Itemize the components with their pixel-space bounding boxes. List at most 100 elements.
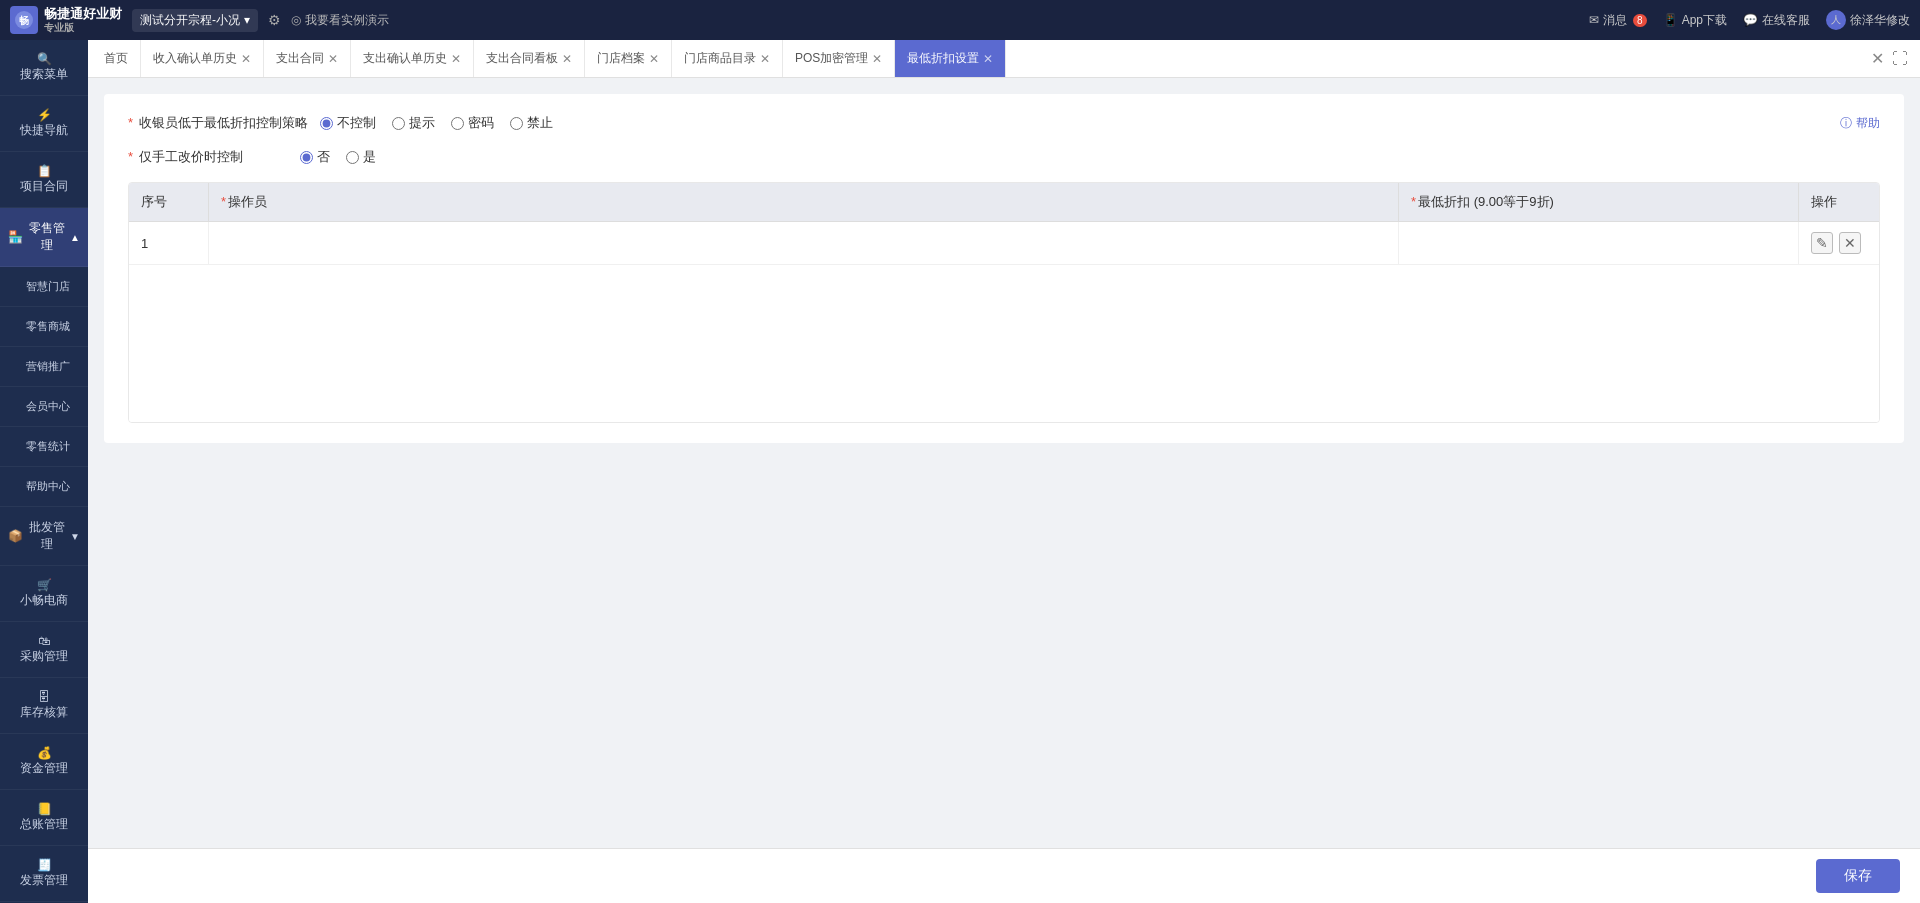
tab-close-all-icon[interactable]: ✕ — [1871, 49, 1884, 68]
sidebar: 🔍 搜索菜单 ⚡ 快捷导航 📋 项目合同 🏪 零售管理 ▲ 智慧门店 零售商城 … — [0, 40, 88, 903]
ledger-icon: 📒 — [8, 802, 80, 816]
tab-min-discount-close[interactable]: ✕ — [983, 52, 993, 66]
message-badge: 8 — [1633, 14, 1647, 27]
tab-store-file-close[interactable]: ✕ — [649, 52, 659, 66]
edit-row-btn[interactable]: ✎ — [1811, 232, 1833, 254]
sidebar-item-ecommerce[interactable]: 🛒 小畅电商 — [0, 566, 88, 622]
service-icon: 💬 — [1743, 13, 1758, 27]
tab-payment-history[interactable]: 支出确认单历史 ✕ — [351, 40, 474, 78]
shortcut-icon: ⚡ — [8, 108, 80, 122]
policy-required-star: * — [128, 115, 133, 130]
form-card: * 收银员低于最低折扣控制策略 不控制 提示 — [104, 94, 1904, 443]
manual-yes[interactable]: 是 — [346, 148, 376, 166]
tab-payment-history-close[interactable]: ✕ — [451, 52, 461, 66]
sidebar-item-retail-stats[interactable]: 零售统计 — [0, 427, 88, 467]
tab-pos-manage-close[interactable]: ✕ — [872, 52, 882, 66]
settings-icon[interactable]: ⚙ — [268, 12, 281, 28]
main-layout: 🔍 搜索菜单 ⚡ 快捷导航 📋 项目合同 🏪 零售管理 ▲ 智慧门店 零售商城 … — [0, 40, 1920, 903]
table-body: 1 ✎ ✕ — [129, 222, 1879, 422]
col-operator: *操作员 — [209, 183, 1399, 221]
sidebar-label-shortcut: 快捷导航 — [8, 122, 80, 139]
policy-password[interactable]: 密码 — [451, 114, 494, 132]
sidebar-item-purchase[interactable]: 🛍 采购管理 — [0, 622, 88, 678]
policy-no-control[interactable]: 不控制 — [320, 114, 376, 132]
tab-home[interactable]: 首页 — [92, 40, 141, 78]
tab-bar: 首页 收入确认单历史 ✕ 支出合同 ✕ 支出确认单历史 ✕ 支出合同看板 ✕ 门… — [88, 40, 1920, 78]
sidebar-item-ledger[interactable]: 📒 总账管理 — [0, 790, 88, 846]
tab-min-discount[interactable]: 最低折扣设置 ✕ — [895, 40, 1006, 78]
td-operator — [209, 222, 1399, 264]
tab-expand-icon[interactable]: ⛶ — [1892, 50, 1908, 68]
discount-table: 序号 *操作员 *最低折扣 (9.00等于9折) 操作 1 — [128, 182, 1880, 423]
message-action[interactable]: ✉ 消息 8 — [1589, 12, 1647, 29]
manual-required-star: * — [128, 149, 133, 164]
sidebar-label-retail-mall: 零售商城 — [16, 319, 80, 334]
sidebar-label-ecommerce: 小畅电商 — [8, 592, 80, 609]
manual-radio-group: 否 是 — [300, 148, 376, 166]
tab-payment-contract[interactable]: 支出合同 ✕ — [264, 40, 351, 78]
sidebar-item-invoice[interactable]: 🧾 发票管理 — [0, 846, 88, 902]
sidebar-item-smart-store[interactable]: 智慧门店 — [0, 267, 88, 307]
sidebar-label-member: 会员中心 — [16, 399, 80, 414]
svg-text:畅: 畅 — [19, 15, 29, 26]
tab-payment-history-label: 支出确认单历史 — [363, 50, 447, 67]
sidebar-item-member[interactable]: 会员中心 — [0, 387, 88, 427]
sidebar-item-shortcut[interactable]: ⚡ 快捷导航 — [0, 96, 88, 152]
delete-row-btn[interactable]: ✕ — [1839, 232, 1861, 254]
save-button[interactable]: 保存 — [1816, 859, 1900, 893]
sidebar-item-inventory[interactable]: 🗄 库存核算 — [0, 678, 88, 734]
policy-row: * 收银员低于最低折扣控制策略 不控制 提示 — [128, 114, 1880, 132]
sidebar-item-retail-mall[interactable]: 零售商城 — [0, 307, 88, 347]
search-icon: 🔍 — [8, 52, 80, 66]
download-icon: 📱 — [1663, 13, 1678, 27]
sidebar-label-capital: 资金管理 — [8, 760, 80, 777]
tab-payment-board[interactable]: 支出合同看板 ✕ — [474, 40, 585, 78]
user-action[interactable]: 人 徐泽华修改 — [1826, 10, 1910, 30]
project-selector[interactable]: 测试分开宗程-小况 ▾ — [132, 9, 258, 32]
retail-arrow-icon: ▲ — [70, 232, 80, 243]
logo-text: 畅捷通好业财 专业版 — [44, 6, 122, 34]
manual-no[interactable]: 否 — [300, 148, 330, 166]
manual-label: * 仅手工改价时控制 — [128, 148, 288, 166]
manual-row: * 仅手工改价时控制 否 是 — [128, 148, 1880, 166]
sidebar-item-retail[interactable]: 🏪 零售管理 ▲ — [0, 208, 88, 267]
inventory-icon: 🗄 — [8, 690, 80, 704]
tab-pos-manage-label: POS加密管理 — [795, 50, 868, 67]
help-link[interactable]: ⓘ 帮助 — [1840, 115, 1880, 132]
tab-income-history-close[interactable]: ✕ — [241, 52, 251, 66]
online-service-action[interactable]: 💬 在线客服 — [1743, 12, 1810, 29]
sidebar-label-invoice: 发票管理 — [8, 872, 80, 889]
policy-prompt[interactable]: 提示 — [392, 114, 435, 132]
tab-store-catalog-close[interactable]: ✕ — [760, 52, 770, 66]
tab-income-history[interactable]: 收入确认单历史 ✕ — [141, 40, 264, 78]
invoice-icon: 🧾 — [8, 858, 80, 872]
tab-income-history-label: 收入确认单历史 — [153, 50, 237, 67]
policy-forbid[interactable]: 禁止 — [510, 114, 553, 132]
col-action: 操作 — [1799, 183, 1879, 221]
sidebar-item-search[interactable]: 🔍 搜索菜单 — [0, 40, 88, 96]
sidebar-item-marketing[interactable]: 营销推广 — [0, 347, 88, 387]
tab-pos-manage[interactable]: POS加密管理 ✕ — [783, 40, 895, 78]
demo-link[interactable]: ◎ 我要看实例演示 — [291, 12, 389, 29]
ecommerce-icon: 🛒 — [8, 578, 80, 592]
tab-payment-contract-label: 支出合同 — [276, 50, 324, 67]
sidebar-item-wholesale[interactable]: 📦 批发管理 ▼ — [0, 507, 88, 566]
sidebar-item-help[interactable]: 帮助中心 — [0, 467, 88, 507]
td-seq: 1 — [129, 222, 209, 264]
app-download-action[interactable]: 📱 App下载 — [1663, 12, 1727, 29]
content-area: 首页 收入确认单历史 ✕ 支出合同 ✕ 支出确认单历史 ✕ 支出合同看板 ✕ 门… — [88, 40, 1920, 903]
tab-store-file[interactable]: 门店档案 ✕ — [585, 40, 672, 78]
sidebar-label-help: 帮助中心 — [16, 479, 80, 494]
logo-icon: 畅 — [10, 6, 38, 34]
sidebar-item-capital[interactable]: 💰 资金管理 — [0, 734, 88, 790]
sidebar-label-wholesale: 批发管理 — [27, 519, 66, 553]
col-min-discount: *最低折扣 (9.00等于9折) — [1399, 183, 1799, 221]
tab-store-catalog[interactable]: 门店商品目录 ✕ — [672, 40, 783, 78]
wholesale-icon: 📦 — [8, 529, 23, 543]
tab-payment-contract-close[interactable]: ✕ — [328, 52, 338, 66]
sidebar-item-project[interactable]: 📋 项目合同 — [0, 152, 88, 208]
logo-area: 畅 畅捷通好业财 专业版 — [10, 6, 122, 34]
table-header: 序号 *操作员 *最低折扣 (9.00等于9折) 操作 — [129, 183, 1879, 222]
sidebar-label-search: 搜索菜单 — [8, 66, 80, 83]
tab-payment-board-close[interactable]: ✕ — [562, 52, 572, 66]
